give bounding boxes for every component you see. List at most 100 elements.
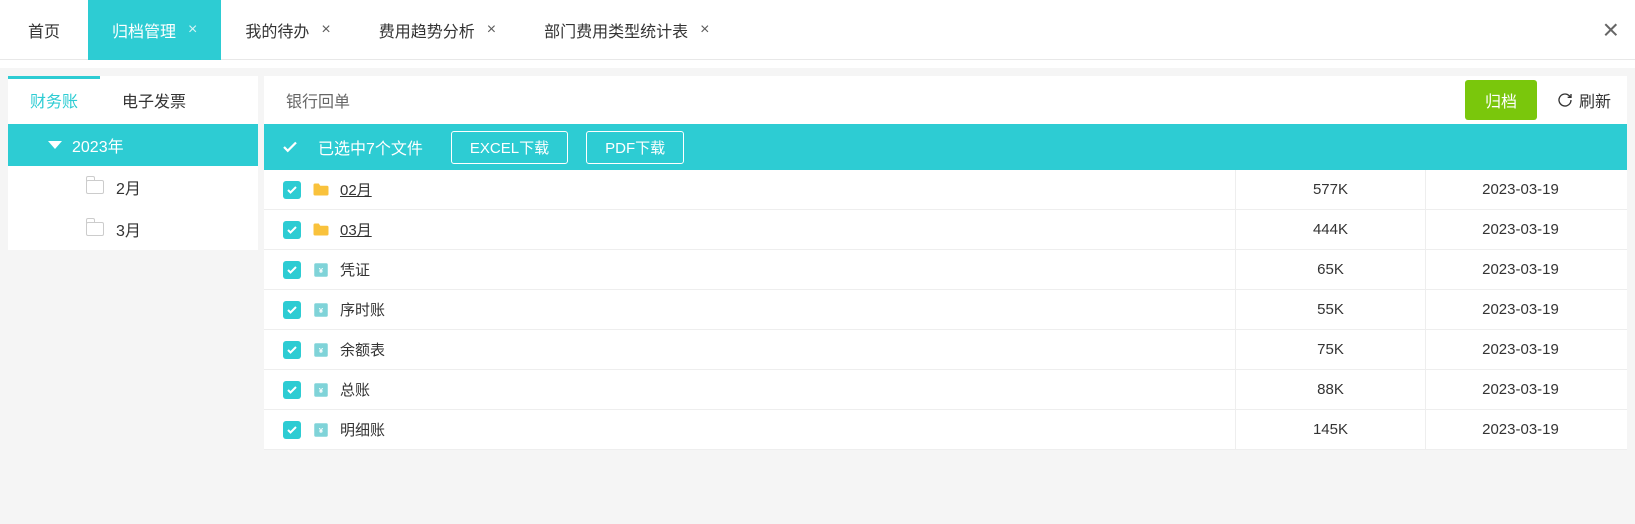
row-date-cell: 2023-03-19 <box>1425 290 1615 329</box>
row-name-label: 凭证 <box>340 259 370 280</box>
caret-down-icon <box>48 141 62 149</box>
refresh-button[interactable]: 刷新 <box>1557 88 1611 112</box>
table-row[interactable]: ¥序时账55K2023-03-19 <box>264 290 1627 330</box>
check-icon <box>286 424 298 436</box>
pdf-download-button[interactable]: PDF下载 <box>586 131 684 164</box>
tab-label: 费用趋势分析 <box>379 18 475 42</box>
tree: 2023年 2月 3月 <box>8 124 258 250</box>
excel-download-button[interactable]: EXCEL下载 <box>451 131 568 164</box>
subtab-finance[interactable]: 财务账 <box>8 76 100 124</box>
row-name-label[interactable]: 03月 <box>340 219 372 240</box>
row-name-cell: ¥总账 <box>308 379 1235 400</box>
file-icon: ¥ <box>312 421 330 439</box>
folder-icon <box>86 222 104 236</box>
left-panel: 财务账 电子发票 2023年 2月 3月 <box>8 76 258 250</box>
close-icon[interactable]: × <box>487 21 496 39</box>
right-panel: 银行回单 归档 刷新 已选中7个文件 EXCEL下载 PDF下载 <box>264 76 1627 450</box>
row-size-cell: 75K <box>1235 330 1425 369</box>
row-size-cell: 145K <box>1235 410 1425 449</box>
close-icon[interactable]: × <box>188 21 197 39</box>
tree-month-node[interactable]: 3月 <box>8 208 258 250</box>
row-checkbox[interactable] <box>283 261 301 279</box>
tab-label: 我的待办 <box>245 18 309 42</box>
row-size-cell: 55K <box>1235 290 1425 329</box>
close-all-icon[interactable]: × <box>1603 14 1619 46</box>
row-name-cell: 03月 <box>308 219 1235 240</box>
row-check-cell <box>276 341 308 359</box>
row-name-label: 余额表 <box>340 339 385 360</box>
table-row[interactable]: ¥ 明细账 145K2023-03-19 <box>264 410 1627 450</box>
row-checkbox[interactable] <box>283 381 301 399</box>
select-bar: 已选中7个文件 EXCEL下载 PDF下载 <box>264 124 1627 170</box>
row-name-cell: ¥ 余额表 <box>308 339 1235 360</box>
check-icon <box>281 138 299 156</box>
row-check-cell <box>276 301 308 319</box>
row-check-cell <box>276 421 308 439</box>
check-icon <box>286 264 298 276</box>
table-row[interactable]: ¥凭证65K2023-03-19 <box>264 250 1627 290</box>
row-checkbox[interactable] <box>283 341 301 359</box>
row-checkbox[interactable] <box>283 421 301 439</box>
archive-button[interactable]: 归档 <box>1465 80 1537 120</box>
refresh-label: 刷新 <box>1579 88 1611 112</box>
tab-dept-expense-stats[interactable]: 部门费用类型统计表 × <box>520 0 733 60</box>
row-checkbox[interactable] <box>283 301 301 319</box>
tab-home[interactable]: 首页 <box>0 0 88 60</box>
check-icon <box>286 184 298 196</box>
tab-expense-trend[interactable]: 费用趋势分析 × <box>355 0 520 60</box>
subtab-bank-receipt[interactable]: 银行回单 <box>264 76 372 124</box>
tree-month-node[interactable]: 2月 <box>8 166 258 208</box>
selected-count-text: 已选中7个文件 <box>318 135 423 159</box>
sub-tabs-right: 银行回单 <box>264 76 372 124</box>
file-icon: ¥ <box>312 301 330 319</box>
file-icon: ¥ <box>312 381 330 399</box>
row-name-label[interactable]: 02月 <box>340 179 372 200</box>
row-date-cell: 2023-03-19 <box>1425 370 1615 409</box>
row-name-label: 明细账 <box>340 419 385 440</box>
refresh-icon <box>1557 92 1573 108</box>
table-row[interactable]: ¥总账88K2023-03-19 <box>264 370 1627 410</box>
subtab-label: 财务账 <box>30 88 78 112</box>
row-checkbox[interactable] <box>283 181 301 199</box>
row-checkbox[interactable] <box>283 221 301 239</box>
sub-tabs: 财务账 电子发票 <box>8 76 258 124</box>
row-size-cell: 65K <box>1235 250 1425 289</box>
close-icon[interactable]: × <box>700 21 709 39</box>
row-name-cell: ¥序时账 <box>308 299 1235 320</box>
row-check-cell <box>276 261 308 279</box>
tab-home-label: 首页 <box>28 18 60 42</box>
check-icon <box>286 224 298 236</box>
check-icon <box>286 384 298 396</box>
tab-label: 归档管理 <box>112 18 176 42</box>
tree-year-node[interactable]: 2023年 <box>8 124 258 166</box>
top-tabs: 首页 归档管理 × 我的待办 × 费用趋势分析 × 部门费用类型统计表 × × <box>0 0 1635 60</box>
row-name-cell: 02月 <box>308 179 1235 200</box>
row-size-cell: 577K <box>1235 170 1425 209</box>
table-row[interactable]: 03月 444K2023-03-19 <box>264 210 1627 250</box>
right-header: 银行回单 归档 刷新 <box>264 76 1627 124</box>
table-row[interactable]: 02月577K2023-03-19 <box>264 170 1627 210</box>
row-check-cell <box>276 181 308 199</box>
row-date-cell: 2023-03-19 <box>1425 330 1615 369</box>
tree-month-label: 3月 <box>116 217 141 241</box>
tab-my-todo[interactable]: 我的待办 × <box>221 0 354 60</box>
workspace: 财务账 电子发票 2023年 2月 3月 银行回单 <box>0 68 1635 524</box>
row-date-cell: 2023-03-19 <box>1425 250 1615 289</box>
table-row[interactable]: ¥ 余额表 75K2023-03-19 <box>264 330 1627 370</box>
folder-icon <box>312 222 330 237</box>
select-all-check[interactable] <box>280 137 300 157</box>
row-size-cell: 88K <box>1235 370 1425 409</box>
subtab-label: 电子发票 <box>122 88 186 112</box>
file-icon: ¥ <box>312 341 330 359</box>
row-size-cell: 444K <box>1235 210 1425 249</box>
check-icon <box>286 304 298 316</box>
tab-archive-mgmt[interactable]: 归档管理 × <box>88 0 221 60</box>
subtab-label: 银行回单 <box>286 88 350 112</box>
tree-month-label: 2月 <box>116 175 141 199</box>
row-date-cell: 2023-03-19 <box>1425 210 1615 249</box>
row-date-cell: 2023-03-19 <box>1425 410 1615 449</box>
tab-label: 部门费用类型统计表 <box>544 18 688 42</box>
subtab-einvoice[interactable]: 电子发票 <box>100 76 208 124</box>
close-icon[interactable]: × <box>321 21 330 39</box>
row-name-cell: ¥凭证 <box>308 259 1235 280</box>
